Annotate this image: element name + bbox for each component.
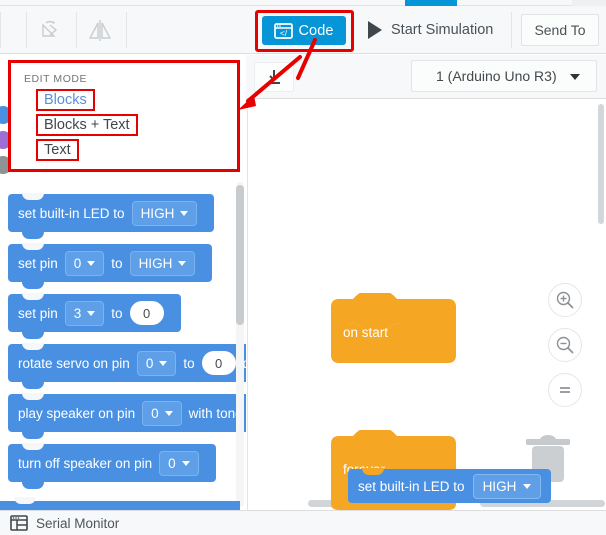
toolbar-divider xyxy=(126,12,127,48)
code-button-label: Code xyxy=(298,22,334,39)
palette-block-set-pin-analog[interactable]: set pin 3 to 0 xyxy=(8,293,181,339)
zoom-reset-button[interactable] xyxy=(548,373,582,407)
dropdown-value: 3 xyxy=(73,305,82,321)
chevron-down-icon xyxy=(159,360,168,366)
chevron-down-icon xyxy=(523,483,532,489)
code-window-icon: </ xyxy=(274,22,294,39)
dropdown-value: 0 xyxy=(151,405,159,421)
zoom-in-button[interactable] xyxy=(548,283,582,317)
chevron-down-icon xyxy=(180,210,189,216)
dropdown-value: 0 xyxy=(73,255,82,271)
board-selector-label: 1 (Arduino Uno R3) xyxy=(436,68,557,84)
tinkercad-codeblocks-screen: </ Code Start Simulation Send To 1 (Ardu… xyxy=(0,0,606,535)
start-simulation-button[interactable]: Start Simulation xyxy=(360,15,501,45)
block-label: set built-in LED to xyxy=(18,205,125,221)
serial-monitor-icon xyxy=(10,515,28,531)
zoom-out-icon xyxy=(556,336,574,354)
dropdown-value: HIGH xyxy=(140,205,175,221)
block-number-input[interactable]: 0 xyxy=(129,301,164,325)
block-label: set built-in LED to xyxy=(358,478,465,494)
block-dropdown-pin[interactable]: 0 xyxy=(159,450,199,476)
block-label: play speaker on pin xyxy=(18,405,136,421)
block-dropdown-pin[interactable]: 0 xyxy=(64,250,105,276)
zoom-in-icon xyxy=(556,291,574,309)
toolbar-divider xyxy=(76,12,77,48)
block-dropdown-pin[interactable]: 3 xyxy=(64,300,105,326)
chevron-down-icon xyxy=(164,410,173,416)
serial-monitor-label: Serial Monitor xyxy=(36,515,120,531)
palette-block-rotate-servo[interactable]: rotate servo on pin 0 to 0 degre xyxy=(8,343,246,389)
chevron-down-icon xyxy=(178,260,187,266)
block-label: rotate servo on pin xyxy=(18,355,130,371)
on-start-label: on start xyxy=(343,325,389,340)
block-palette: set built-in LED to HIGH set pin 0 to HI… xyxy=(0,175,246,510)
chevron-down-icon xyxy=(181,460,190,466)
send-to-label: Send To xyxy=(534,22,586,38)
block-label: set pin xyxy=(18,255,58,271)
dropdown-value: HIGH xyxy=(138,255,173,271)
edit-mode-option-text[interactable]: Text xyxy=(36,139,79,161)
edit-mode-popover: EDIT MODE Blocks Blocks + Text Text xyxy=(8,60,240,172)
block-label-mid: to xyxy=(183,355,195,371)
zoom-out-button[interactable] xyxy=(548,328,582,362)
palette-block-play-speaker[interactable]: play speaker on pin 0 with tone 60 xyxy=(8,393,246,439)
edit-mode-option-blocks[interactable]: Blocks xyxy=(36,89,95,111)
chevron-down-icon xyxy=(570,74,580,80)
main-toolbar: </ Code Start Simulation Send To xyxy=(0,6,606,54)
palette-block-partial[interactable] xyxy=(0,501,240,510)
mirror-icon[interactable] xyxy=(81,15,119,47)
palette-scrollbar-thumb[interactable] xyxy=(236,185,244,325)
dropdown-value: 0 xyxy=(145,355,154,371)
chevron-down-icon xyxy=(87,260,96,266)
palette-block-set-pin-digital[interactable]: set pin 0 to HIGH xyxy=(8,243,213,289)
download-button[interactable] xyxy=(254,62,294,92)
dropdown-value: 0 xyxy=(168,455,176,471)
block-label: set pin xyxy=(18,305,58,321)
block-notch xyxy=(14,497,36,504)
block-dropdown-pin[interactable]: 0 xyxy=(136,350,177,376)
block-number-input[interactable]: 0 xyxy=(201,351,236,375)
block-dropdown-state[interactable]: HIGH xyxy=(472,473,542,499)
canvas-block-on-start[interactable]: on start xyxy=(331,289,456,368)
zoom-reset-icon xyxy=(560,387,570,393)
dropdown-value: HIGH xyxy=(482,478,517,494)
toolbar-divider xyxy=(511,12,512,48)
toolbar-divider xyxy=(0,12,1,48)
edit-mode-title: EDIT MODE xyxy=(24,73,88,85)
rotate-icon[interactable] xyxy=(31,15,69,47)
svg-text:</: </ xyxy=(280,28,288,38)
block-dropdown-state[interactable]: HIGH xyxy=(129,250,196,276)
block-label-mid: to xyxy=(111,305,123,321)
edit-mode-option-blocks-text[interactable]: Blocks + Text xyxy=(36,114,138,136)
canvas-vertical-scrollbar[interactable] xyxy=(598,104,604,224)
chevron-down-icon xyxy=(87,310,96,316)
block-dropdown-pin[interactable]: 0 xyxy=(142,400,182,426)
code-button[interactable]: </ Code xyxy=(262,16,346,45)
toolbar-divider xyxy=(26,12,27,48)
start-simulation-label: Start Simulation xyxy=(391,22,494,38)
download-icon xyxy=(268,70,280,84)
board-selector[interactable]: 1 (Arduino Uno R3) xyxy=(411,60,597,92)
serial-monitor-bar[interactable]: Serial Monitor xyxy=(0,510,606,535)
send-to-button[interactable]: Send To xyxy=(521,14,599,46)
palette-block-turn-off-speaker[interactable]: turn off speaker on pin 0 xyxy=(8,443,216,489)
block-label-mid: to xyxy=(111,255,123,271)
canvas-block-set-builtin-led[interactable]: set built-in LED to HIGH xyxy=(348,468,552,503)
palette-block-set-builtin-led[interactable]: set built-in LED to HIGH xyxy=(8,193,215,239)
block-label: turn off speaker on pin xyxy=(18,455,153,471)
play-icon xyxy=(368,21,382,39)
block-label-mid: with tone xyxy=(188,405,243,421)
block-dropdown-state[interactable]: HIGH xyxy=(131,200,198,226)
